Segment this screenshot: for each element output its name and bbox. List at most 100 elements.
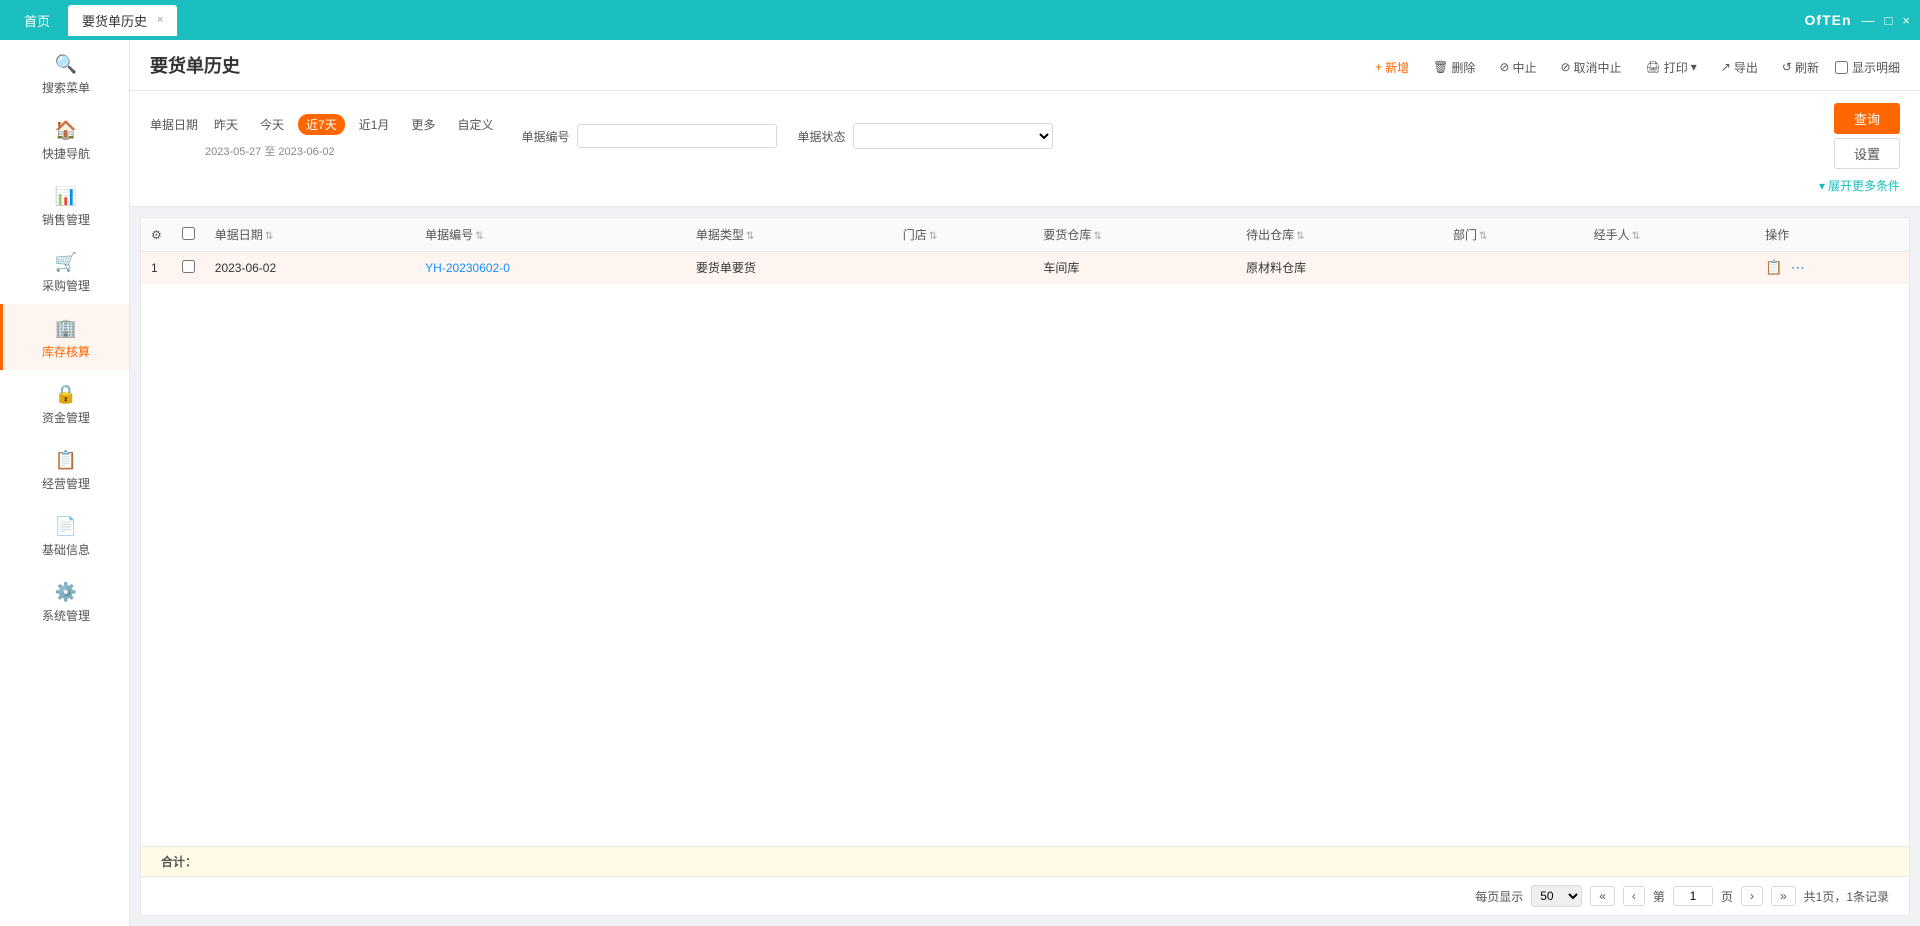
date-btn-last1month[interactable]: 近1月 <box>351 114 398 135</box>
setting-button[interactable]: 设置 <box>1834 138 1900 169</box>
cancel-stop-icon: ⊘ <box>1560 60 1570 74</box>
current-page-input[interactable] <box>1673 886 1713 906</box>
purchase-mgmt-icon: 🛒 <box>55 252 77 273</box>
table-body: 1 2023-06-02 YH-20230602-0 要货单要货 车间库 原材料… <box>141 252 1909 284</box>
cell-doctype: 要货单要货 <box>686 252 893 284</box>
date-btn-yesterday[interactable]: 昨天 <box>206 114 246 135</box>
cell-docno[interactable]: YH-20230602-0 <box>415 252 686 284</box>
sort-icon-docno[interactable]: ⇅ <box>475 231 483 242</box>
table-footer: 合计： <box>141 846 1909 876</box>
search-menu-icon: 🔍 <box>55 54 77 75</box>
sidebar-item-basic-info[interactable]: 📄 基础信息 <box>0 502 129 568</box>
cancel-stop-button[interactable]: ⊘ 取消中止 <box>1552 55 1629 80</box>
expand-more-button[interactable]: ▾ 展开更多条件 <box>1819 177 1900 194</box>
query-button[interactable]: 查询 <box>1834 103 1900 134</box>
date-btn-more[interactable]: 更多 <box>403 114 443 135</box>
sidebar: 🔍 搜索菜单 🏠 快捷导航 📊 销售管理 🛒 采购管理 🏢 库存核算 🔒 资金管… <box>0 40 130 926</box>
cell-pendingwarehouse: 原材料仓库 <box>1236 252 1443 284</box>
col-handler-header: 经手人⇅ <box>1584 218 1756 252</box>
sort-icon-dept[interactable]: ⇅ <box>1479 231 1487 242</box>
filter-area: 单据日期 昨天 今天 近7天 近1月 更多 自定义 2023-05-27 至 2… <box>130 91 1920 207</box>
tab-home[interactable]: 首页 <box>10 5 64 36</box>
col-settings[interactable]: ⚙ <box>141 218 172 252</box>
top-bar: 首页 要货单历史 × OfTEn — □ × <box>0 0 1920 40</box>
date-filter-label: 单据日期 <box>150 116 198 133</box>
stop-button[interactable]: ⊘ 中止 <box>1491 55 1544 80</box>
date-btn-today[interactable]: 今天 <box>252 114 292 135</box>
select-all-checkbox[interactable] <box>182 227 195 240</box>
doc-no-input[interactable] <box>577 124 777 148</box>
prev-page-button[interactable]: ‹ <box>1623 886 1645 906</box>
main-layout: 🔍 搜索菜单 🏠 快捷导航 📊 销售管理 🛒 采购管理 🏢 库存核算 🔒 资金管… <box>0 40 1920 926</box>
sum-label: 合计： <box>161 853 197 870</box>
data-table: ⚙ 单据日期⇅ 单据编号⇅ 单据类型⇅ 门店⇅ 要货仓库⇅ 待出仓库⇅ 部门⇅ … <box>141 218 1909 284</box>
sidebar-item-quick-nav[interactable]: 🏠 快捷导航 <box>0 106 129 172</box>
sidebar-label-search-menu: 搜索菜单 <box>42 79 90 96</box>
toolbar: + 新增 🗑 删除 ⊘ 中止 ⊘ 取消中止 🖨 打印 <box>1367 55 1900 88</box>
chevron-down-icon: ▾ <box>1819 179 1825 193</box>
cell-date: 2023-06-02 <box>205 252 415 284</box>
top-bar-right: OfTEn — □ × <box>1805 12 1910 28</box>
status-filter-group: 单据状态 <box>797 123 1053 149</box>
close-window-button[interactable]: × <box>1902 13 1910 28</box>
sidebar-item-sys-mgmt[interactable]: ⚙️ 系统管理 <box>0 568 129 634</box>
table-header: ⚙ 单据日期⇅ 单据编号⇅ 单据类型⇅ 门店⇅ 要货仓库⇅ 待出仓库⇅ 部门⇅ … <box>141 218 1909 252</box>
refresh-icon: ↺ <box>1782 60 1792 74</box>
print-dropdown-icon: ▾ <box>1691 60 1697 74</box>
more-action-icon[interactable]: ⋯ <box>1791 259 1805 276</box>
first-page-button[interactable]: « <box>1590 886 1615 906</box>
tab-requisition-history[interactable]: 要货单历史 × <box>68 5 177 36</box>
status-label: 单据状态 <box>797 128 845 145</box>
delete-button[interactable]: 🗑 删除 <box>1425 55 1483 80</box>
minimize-button[interactable]: — <box>1862 13 1875 28</box>
sidebar-label-basic-info: 基础信息 <box>42 541 90 558</box>
col-checkbox-header[interactable] <box>172 218 205 252</box>
page-unit-label: 页 <box>1721 888 1733 905</box>
cell-checkbox[interactable] <box>172 252 205 284</box>
current-page-label: 第 <box>1653 888 1665 905</box>
sort-icon-pendingwarehouse[interactable]: ⇅ <box>1296 231 1304 242</box>
sidebar-label-quick-nav: 快捷导航 <box>42 145 90 162</box>
sidebar-item-sales-mgmt[interactable]: 📊 销售管理 <box>0 172 129 238</box>
cell-num: 1 <box>141 252 172 284</box>
status-select[interactable] <box>853 123 1053 149</box>
close-tab-icon[interactable]: × <box>157 14 163 26</box>
export-button[interactable]: ↗ 导出 <box>1713 55 1766 80</box>
last-page-button[interactable]: » <box>1771 886 1796 906</box>
maximize-button[interactable]: □ <box>1885 13 1893 28</box>
col-reqwarehouse-header: 要货仓库⇅ <box>1033 218 1236 252</box>
cell-handler <box>1584 252 1756 284</box>
doc-no-link[interactable]: YH-20230602-0 <box>425 261 510 275</box>
row-checkbox[interactable] <box>182 260 195 273</box>
display-detail-checkbox[interactable] <box>1835 61 1848 74</box>
page-size-select[interactable]: 20 50 100 200 <box>1531 885 1582 907</box>
sidebar-item-search-menu[interactable]: 🔍 搜索菜单 <box>0 40 129 106</box>
sidebar-item-purchase-mgmt[interactable]: 🛒 采购管理 <box>0 238 129 304</box>
filter-actions: 查询 设置 <box>1834 103 1900 169</box>
next-page-button[interactable]: › <box>1741 886 1763 906</box>
sort-icon-reqwarehouse[interactable]: ⇅ <box>1093 231 1101 242</box>
refresh-button[interactable]: ↺ 刷新 <box>1774 55 1827 80</box>
sort-icon-handler[interactable]: ⇅ <box>1632 231 1640 242</box>
sidebar-item-ops-mgmt[interactable]: 📋 经营管理 <box>0 436 129 502</box>
sidebar-item-inventory[interactable]: 🏢 库存核算 <box>0 304 129 370</box>
brand-label: OfTEn <box>1805 12 1852 28</box>
edit-icon[interactable]: 📋 <box>1765 259 1782 276</box>
new-button[interactable]: + 新增 <box>1367 55 1417 80</box>
sidebar-item-finance-mgmt[interactable]: 🔒 资金管理 <box>0 370 129 436</box>
date-btn-custom[interactable]: 自定义 <box>449 114 501 135</box>
date-btn-last7days[interactable]: 近7天 <box>298 114 345 135</box>
doc-no-label: 单据编号 <box>521 128 569 145</box>
cell-reqwarehouse: 车间库 <box>1033 252 1236 284</box>
display-detail-checkbox-label[interactable]: 显示明细 <box>1835 59 1900 76</box>
print-icon: 🖨 <box>1646 60 1661 74</box>
quick-nav-icon: 🏠 <box>55 120 77 141</box>
print-button[interactable]: 🖨 打印 ▾ <box>1638 55 1705 80</box>
date-filter-options: 昨天 今天 近7天 近1月 更多 自定义 <box>206 114 501 135</box>
sales-mgmt-icon: 📊 <box>55 186 77 207</box>
sort-icon-store[interactable]: ⇅ <box>929 231 937 242</box>
sort-icon-date[interactable]: ⇅ <box>265 231 273 242</box>
sidebar-label-purchase-mgmt: 采购管理 <box>42 277 90 294</box>
page-size-label: 每页显示 <box>1475 888 1523 905</box>
sort-icon-doctype[interactable]: ⇅ <box>746 231 754 242</box>
